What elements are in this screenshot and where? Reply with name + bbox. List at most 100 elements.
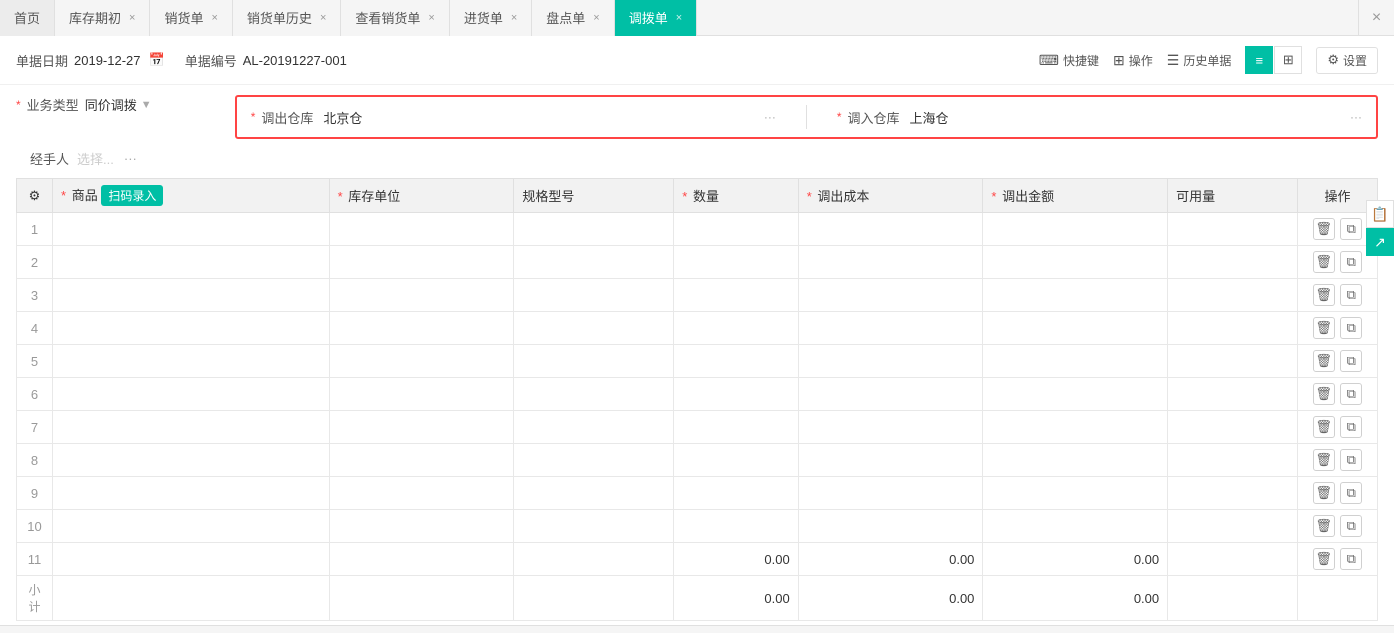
cell-cost[interactable] xyxy=(798,510,983,543)
delete-button[interactable]: 🗑 xyxy=(1313,383,1335,405)
cell-amount[interactable] xyxy=(983,378,1168,411)
cell-product[interactable] xyxy=(53,477,330,510)
cell-qty[interactable] xyxy=(674,246,798,279)
tab-purchase-order[interactable]: 进货单 × xyxy=(450,0,532,36)
cell-spec[interactable] xyxy=(514,246,674,279)
person-more-icon[interactable]: ··· xyxy=(124,151,137,166)
delete-button[interactable]: 🗑 xyxy=(1313,449,1335,471)
copy-button[interactable]: ⧉ xyxy=(1340,515,1362,537)
cell-qty[interactable] xyxy=(674,444,798,477)
tab-inventory-init-close[interactable]: × xyxy=(129,12,135,24)
cell-cost[interactable] xyxy=(798,312,983,345)
operations-btn[interactable]: ⊞ 操作 xyxy=(1113,52,1153,69)
cell-amount[interactable] xyxy=(983,312,1168,345)
cell-unit[interactable] xyxy=(329,213,514,246)
tab-sales-history-close[interactable]: × xyxy=(320,12,326,24)
col-settings[interactable]: ⚙ xyxy=(17,179,53,213)
copy-button[interactable]: ⧉ xyxy=(1340,482,1362,504)
side-expand-button[interactable]: ↗ xyxy=(1366,228,1394,256)
cell-available[interactable] xyxy=(1168,510,1298,543)
cell-cost[interactable] xyxy=(798,345,983,378)
copy-button[interactable]: ⧉ xyxy=(1340,350,1362,372)
tab-inventory-check-close[interactable]: × xyxy=(593,12,599,24)
cell-unit[interactable] xyxy=(329,411,514,444)
delete-button[interactable]: 🗑 xyxy=(1313,218,1335,240)
tab-transfer-order[interactable]: 调拨单 × xyxy=(615,0,697,36)
tab-inventory-init[interactable]: 库存期初 × xyxy=(55,0,150,36)
cell-available[interactable] xyxy=(1168,213,1298,246)
cell-qty[interactable] xyxy=(674,213,798,246)
cell-amount[interactable] xyxy=(983,345,1168,378)
warehouse-in-more-icon[interactable]: ··· xyxy=(1350,110,1362,124)
cell-cost[interactable] xyxy=(798,213,983,246)
cell-available[interactable] xyxy=(1168,411,1298,444)
cell-qty[interactable] xyxy=(674,411,798,444)
cell-unit[interactable] xyxy=(329,312,514,345)
cell-unit[interactable] xyxy=(329,444,514,477)
date-value[interactable]: 2019-12-27 xyxy=(74,53,141,68)
cell-amount[interactable] xyxy=(983,213,1168,246)
cell-available[interactable] xyxy=(1168,345,1298,378)
tab-purchase-order-close[interactable]: × xyxy=(511,12,517,24)
cell-unit[interactable] xyxy=(329,345,514,378)
cell-product[interactable] xyxy=(53,246,330,279)
tab-inventory-check[interactable]: 盘点单 × xyxy=(532,0,614,36)
copy-button[interactable]: ⧉ xyxy=(1340,317,1362,339)
tab-sales-order-close[interactable]: × xyxy=(211,12,217,24)
copy-button[interactable]: ⧉ xyxy=(1340,218,1362,240)
cell-cost[interactable] xyxy=(798,378,983,411)
cell-qty[interactable] xyxy=(674,378,798,411)
delete-button[interactable]: 🗑 xyxy=(1313,350,1335,372)
cell-amount[interactable] xyxy=(983,411,1168,444)
cell-product[interactable] xyxy=(53,279,330,312)
grid-view-btn[interactable]: ⊞ xyxy=(1274,46,1302,74)
cell-spec[interactable] xyxy=(514,477,674,510)
delete-button[interactable]: 🗑 xyxy=(1313,251,1335,273)
business-type-select[interactable]: 同价调拨 ▼ xyxy=(85,95,205,114)
cell-qty[interactable] xyxy=(674,279,798,312)
cell-amount[interactable] xyxy=(983,279,1168,312)
copy-button[interactable]: ⧉ xyxy=(1340,251,1362,273)
delete-button[interactable]: 🗑 xyxy=(1313,548,1335,570)
person-select[interactable]: 选择... xyxy=(77,149,114,168)
delete-button[interactable]: 🗑 xyxy=(1313,515,1335,537)
cell-available[interactable] xyxy=(1168,246,1298,279)
cell-spec[interactable] xyxy=(514,411,674,444)
cell-spec[interactable] xyxy=(514,312,674,345)
cell-unit[interactable] xyxy=(329,378,514,411)
tab-sales-order[interactable]: 销货单 × xyxy=(150,0,232,36)
delete-button[interactable]: 🗑 xyxy=(1313,482,1335,504)
cell-unit[interactable] xyxy=(329,279,514,312)
cell-qty[interactable] xyxy=(674,477,798,510)
copy-button[interactable]: ⧉ xyxy=(1340,449,1362,471)
cell-available[interactable] xyxy=(1168,279,1298,312)
cell-product[interactable] xyxy=(53,312,330,345)
cell-spec[interactable] xyxy=(514,444,674,477)
copy-button[interactable]: ⧉ xyxy=(1340,284,1362,306)
cell-amount[interactable] xyxy=(983,510,1168,543)
cell-spec[interactable] xyxy=(514,378,674,411)
copy-button[interactable]: ⧉ xyxy=(1340,548,1362,570)
cell-available[interactable] xyxy=(1168,477,1298,510)
list-view-btn[interactable]: ≡ xyxy=(1245,46,1273,74)
cell-qty[interactable] xyxy=(674,312,798,345)
cell-spec[interactable] xyxy=(514,213,674,246)
cell-spec[interactable] xyxy=(514,279,674,312)
cell-product[interactable] xyxy=(53,510,330,543)
cell-cost[interactable] xyxy=(798,246,983,279)
tab-view-sales[interactable]: 查看销货单 × xyxy=(341,0,449,36)
cell-amount[interactable] xyxy=(983,246,1168,279)
cell-product[interactable] xyxy=(53,213,330,246)
side-notes-button[interactable]: 📋 xyxy=(1366,200,1394,228)
history-btn[interactable]: ☰ 历史单据 xyxy=(1167,52,1232,69)
tab-sales-history[interactable]: 销货单历史 × xyxy=(233,0,341,36)
cell-cost[interactable] xyxy=(798,444,983,477)
delete-button[interactable]: 🗑 xyxy=(1313,284,1335,306)
tab-view-sales-close[interactable]: × xyxy=(428,12,434,24)
cell-available[interactable] xyxy=(1168,312,1298,345)
cell-amount[interactable] xyxy=(983,477,1168,510)
cell-qty[interactable] xyxy=(674,510,798,543)
warehouse-in-value[interactable]: 上海仓 xyxy=(910,108,949,127)
cell-unit[interactable] xyxy=(329,510,514,543)
cell-unit[interactable] xyxy=(329,477,514,510)
